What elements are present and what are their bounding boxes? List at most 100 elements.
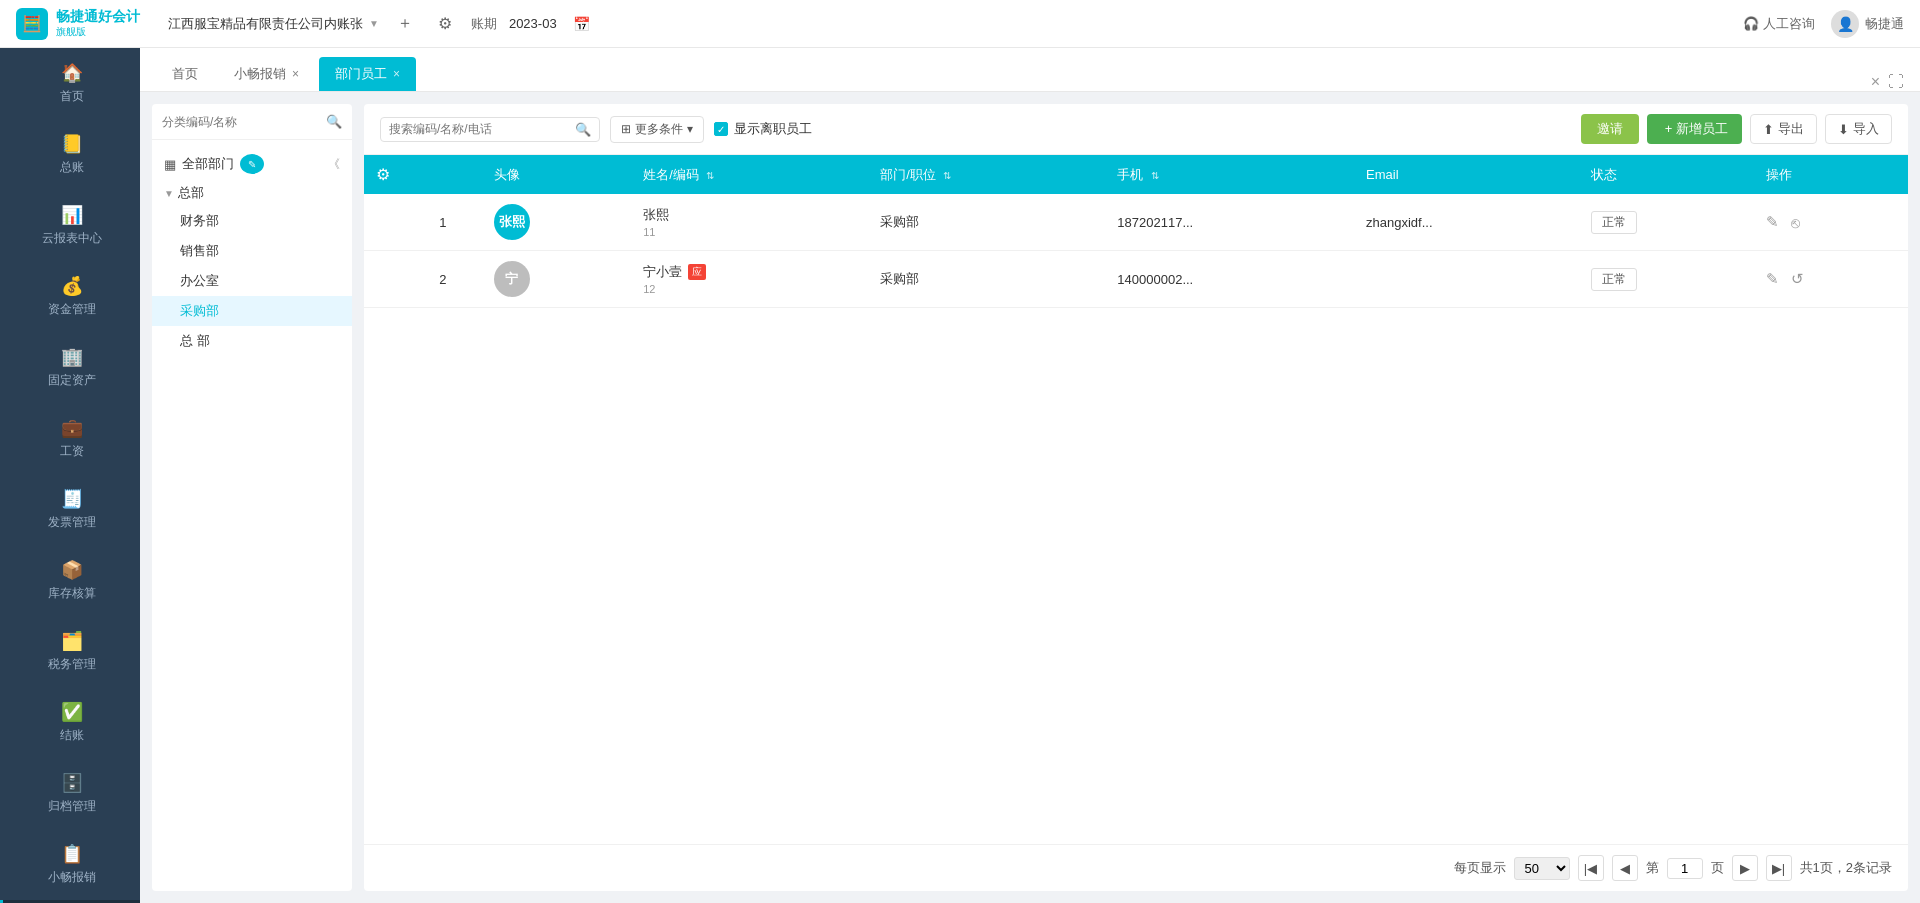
- col-header-email: Email: [1354, 155, 1579, 194]
- invite-button[interactable]: 邀请: [1581, 114, 1639, 144]
- sidebar-label-archive: 归档管理: [48, 798, 96, 815]
- page-label: 第: [1646, 859, 1659, 877]
- dept-collapse-icon[interactable]: 《: [328, 156, 340, 173]
- reports-icon: 📊: [61, 204, 83, 226]
- sidebar-label-fund: 资金管理: [48, 301, 96, 318]
- per-page-select[interactable]: 50 20 100: [1514, 857, 1570, 880]
- tab-expense-close-icon[interactable]: ×: [292, 67, 299, 81]
- add-employee-button[interactable]: + 新增员工: [1647, 114, 1742, 144]
- sidebar-label-expense: 小畅报销: [48, 869, 96, 886]
- add-button[interactable]: ＋: [391, 10, 419, 38]
- sidebar-item-tax[interactable]: 🗂️ 税务管理: [0, 616, 140, 687]
- export-button[interactable]: ⬆ 导出: [1750, 114, 1817, 144]
- employee-search-box: 🔍: [380, 117, 600, 142]
- row2-badge: 应: [688, 264, 706, 280]
- tab-employees[interactable]: 部门员工 ×: [319, 57, 416, 91]
- sort-arrows-phone[interactable]: ⇅: [1151, 170, 1159, 181]
- more-filter-btn[interactable]: ⊞ 更多条件 ▾: [610, 116, 704, 143]
- sidebar-item-home[interactable]: 🏠 首页: [0, 48, 140, 119]
- dept-child-purchase[interactable]: 采购部: [152, 296, 352, 326]
- sidebar-label-home: 首页: [60, 88, 84, 105]
- import-label: 导入: [1853, 120, 1879, 138]
- sidebar-item-ledger[interactable]: 📒 总账: [0, 119, 140, 190]
- sort-arrows-name[interactable]: ⇅: [706, 170, 714, 181]
- row2-name-cell: 宁小壹 应 12: [631, 251, 868, 308]
- dept-child-finance-label: 财务部: [180, 213, 219, 228]
- tab-employees-close-icon[interactable]: ×: [393, 67, 400, 81]
- sidebar: 🏠 首页 📒 总账 📊 云报表中心 💰 资金管理 🏢 固定资产 💼 工资 🧾 发…: [0, 48, 140, 903]
- row1-index: 1: [404, 194, 482, 251]
- dept-parent-label: 总部: [178, 184, 204, 202]
- sidebar-item-invoice[interactable]: 🧾 发票管理: [0, 474, 140, 545]
- sidebar-item-inventory[interactable]: 📦 库存核算: [0, 545, 140, 616]
- expand-window-btn[interactable]: ⛶: [1888, 73, 1904, 91]
- page-number-input[interactable]: [1667, 858, 1703, 879]
- human-service-btn[interactable]: 🎧 人工咨询: [1743, 15, 1815, 33]
- row1-actions-cell: ✎ ⎋: [1754, 194, 1908, 251]
- filter-icon: ⊞: [621, 122, 631, 136]
- row2-name: 宁小壹 应: [643, 263, 856, 281]
- pagination: 每页显示 50 20 100 |◀ ◀ 第 页 ▶ ▶| 共1页，2条记录: [364, 844, 1908, 891]
- row2-email: [1354, 251, 1579, 308]
- sidebar-item-archive[interactable]: 🗄️ 归档管理: [0, 758, 140, 829]
- dept-child-sales[interactable]: 销售部: [152, 236, 352, 266]
- dept-edit-icon[interactable]: ✎: [240, 154, 264, 174]
- dept-child-hq-label: 总 部: [180, 333, 210, 348]
- checkout-icon: ✅: [61, 701, 83, 723]
- sidebar-item-fund[interactable]: 💰 资金管理: [0, 261, 140, 332]
- show-resigned-toggle[interactable]: ✓ 显示离职员工: [714, 120, 812, 138]
- headset-icon: 🎧: [1743, 16, 1759, 31]
- row2-edit-icon[interactable]: ✎: [1766, 270, 1779, 288]
- dept-child-office[interactable]: 办公室: [152, 266, 352, 296]
- row1-phone: 187202117...: [1105, 194, 1354, 251]
- dept-child-hq[interactable]: 总 部: [152, 326, 352, 356]
- row1-logout-icon[interactable]: ⎋: [1791, 214, 1800, 231]
- first-page-btn[interactable]: |◀: [1578, 855, 1604, 881]
- next-page-btn[interactable]: ▶: [1732, 855, 1758, 881]
- main-layout: 🏠 首页 📒 总账 📊 云报表中心 💰 资金管理 🏢 固定资产 💼 工资 🧾 发…: [0, 48, 1920, 903]
- calendar-icon[interactable]: 📅: [573, 16, 590, 32]
- col-header-avatar: 头像: [482, 155, 631, 194]
- sidebar-item-salary[interactable]: 💼 工资: [0, 403, 140, 474]
- sort-arrows-dept[interactable]: ⇅: [943, 170, 951, 181]
- sidebar-label-inventory: 库存核算: [48, 585, 96, 602]
- last-page-btn[interactable]: ▶|: [1766, 855, 1792, 881]
- sidebar-label-checkout: 结账: [60, 727, 84, 744]
- prev-page-btn[interactable]: ◀: [1612, 855, 1638, 881]
- user-area[interactable]: 👤 畅捷通: [1831, 10, 1904, 38]
- dept-all-item[interactable]: ▦ 全部部门 ✎ 《: [152, 148, 352, 180]
- close-window-btn[interactable]: ×: [1871, 73, 1880, 91]
- company-arrow-icon: ▼: [369, 18, 379, 29]
- dept-parent-zongbu[interactable]: ▼ 总部: [152, 180, 352, 206]
- show-resigned-checkbox[interactable]: ✓: [714, 122, 728, 136]
- settings-button[interactable]: ⚙: [431, 10, 459, 38]
- row1-edit-icon[interactable]: ✎: [1766, 213, 1779, 231]
- dept-child-purchase-label: 采购部: [180, 303, 219, 318]
- company-selector[interactable]: 江西服宝精品有限责任公司内账张 ▼: [168, 15, 379, 33]
- expand-triangle-icon: ▼: [164, 188, 174, 199]
- col-header-status: 状态: [1579, 155, 1753, 194]
- home-icon: 🏠: [61, 62, 83, 84]
- employee-table-container: ⚙ 头像 姓名/编码 ⇅ 部门/职位 ⇅ 手机 ⇅ Email 状态 操作: [364, 155, 1908, 844]
- sidebar-label-reports: 云报表中心: [42, 230, 102, 247]
- sidebar-item-assets[interactable]: 🏢 固定资产: [0, 332, 140, 403]
- import-button[interactable]: ⬇ 导入: [1825, 114, 1892, 144]
- dept-search-icon[interactable]: 🔍: [326, 114, 342, 129]
- table-settings-th[interactable]: ⚙: [364, 155, 404, 194]
- employee-search-input[interactable]: [389, 122, 569, 136]
- import-icon: ⬇: [1838, 122, 1849, 137]
- sidebar-item-reports[interactable]: 📊 云报表中心: [0, 190, 140, 261]
- table-settings-gear-icon[interactable]: ⚙: [376, 166, 390, 183]
- dept-search-input[interactable]: [162, 115, 320, 129]
- employee-search-icon[interactable]: 🔍: [575, 122, 591, 137]
- tab-home[interactable]: 首页: [156, 57, 214, 91]
- archive-icon: 🗄️: [61, 772, 83, 794]
- tab-expense[interactable]: 小畅报销 ×: [218, 57, 315, 91]
- dept-child-finance[interactable]: 财务部: [152, 206, 352, 236]
- row2-refresh-icon[interactable]: ↺: [1791, 270, 1804, 288]
- sidebar-item-checkout[interactable]: ✅ 结账: [0, 687, 140, 758]
- table-row: 1 张熙 张熙 11 采购部: [364, 194, 1908, 251]
- row1-dept: 采购部: [868, 194, 1105, 251]
- page-suffix: 页: [1711, 859, 1724, 877]
- sidebar-item-expense[interactable]: 📋 小畅报销: [0, 829, 140, 900]
